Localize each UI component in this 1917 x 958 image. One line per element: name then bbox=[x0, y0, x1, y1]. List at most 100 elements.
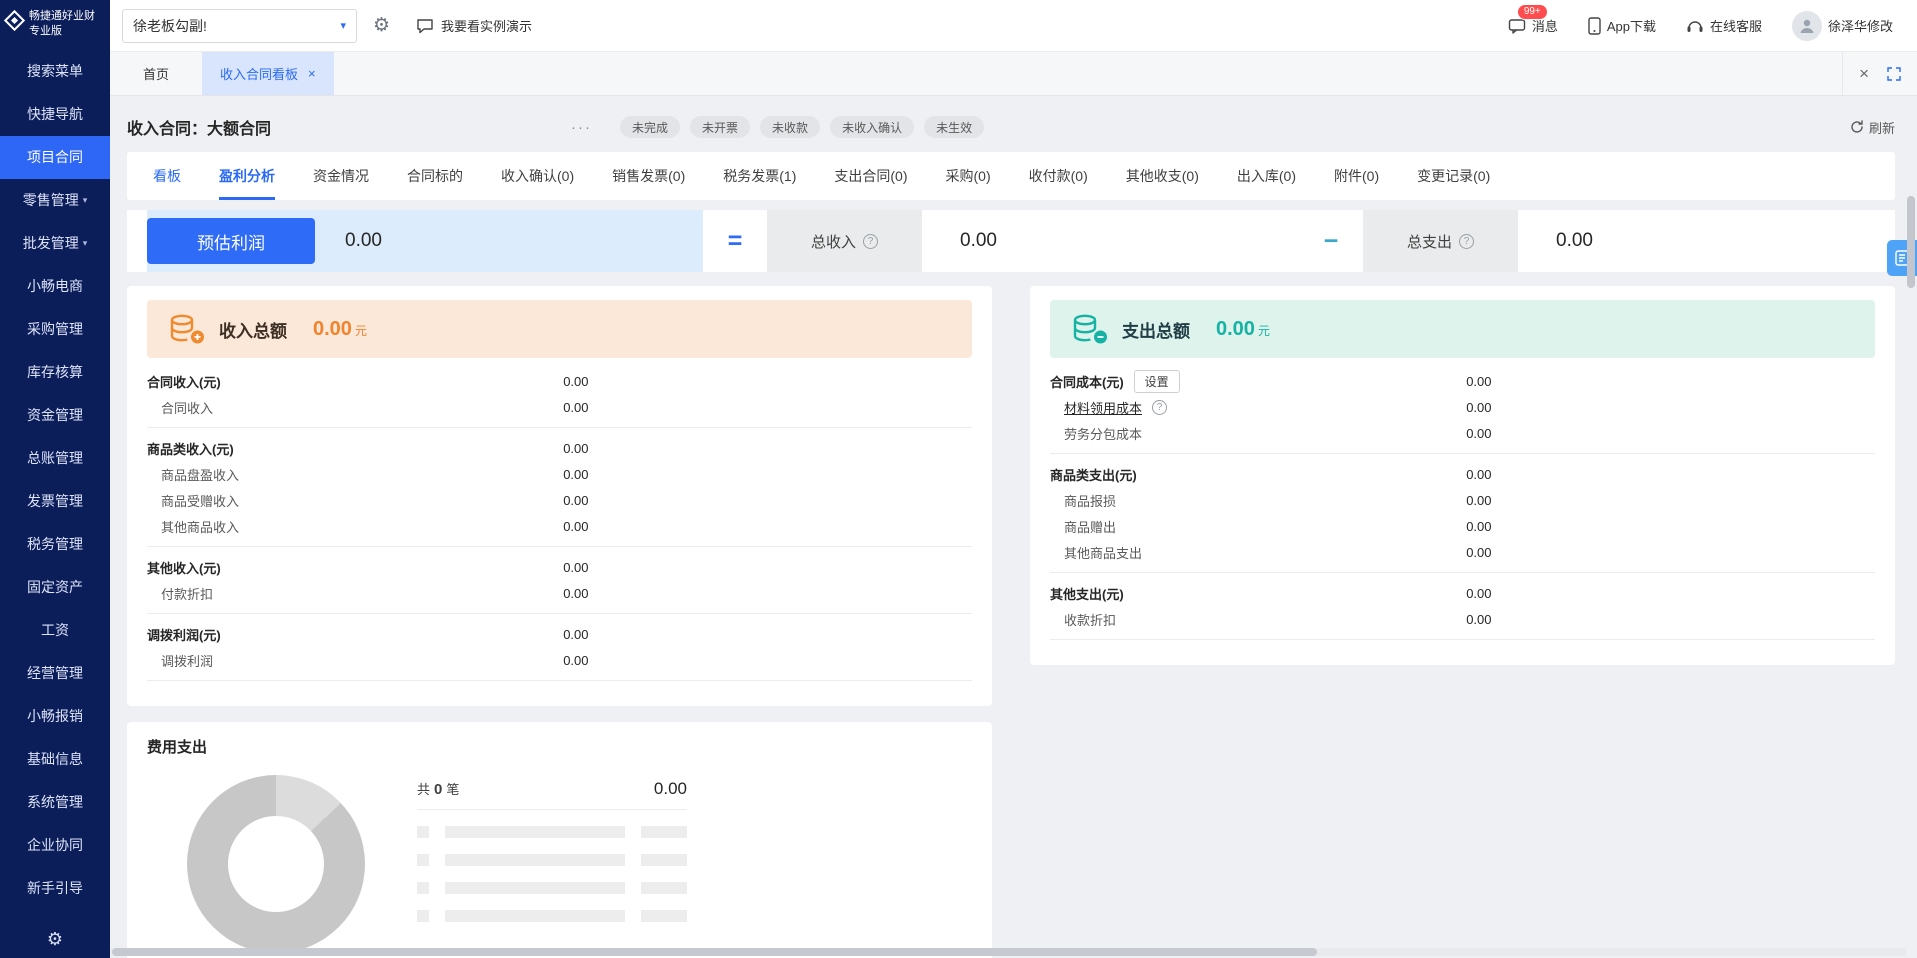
status-badge: 未生效 bbox=[924, 116, 985, 138]
row-label: 劳务分包成本 bbox=[1064, 426, 1143, 442]
sidebar-item-search-menu[interactable]: 搜索菜单 bbox=[0, 50, 110, 93]
row-value: 0.00 bbox=[563, 559, 589, 575]
refresh-button[interactable]: 刷新 bbox=[1850, 118, 1895, 137]
tab-funds-status[interactable]: 资金情况 bbox=[313, 152, 369, 200]
sidebar-item-tax[interactable]: 税务管理 bbox=[0, 523, 110, 566]
tab-change-log[interactable]: 变更记录(0) bbox=[1417, 152, 1490, 200]
brand-text: 畅捷通好业财 专业版 bbox=[29, 9, 95, 40]
income-row: 合同收入(元) 0.00 bbox=[147, 368, 972, 394]
company-select[interactable]: 徐老板勾副! ▾ bbox=[122, 8, 357, 43]
total-expense-label: 总支出 bbox=[1406, 233, 1452, 251]
divider bbox=[1050, 453, 1875, 454]
expense-amount-value: 0.00 bbox=[1216, 317, 1255, 340]
tab-purchase[interactable]: 采购(0) bbox=[946, 152, 991, 200]
settings-button[interactable]: 设置 bbox=[1133, 369, 1180, 393]
sidebar-item-label: 项目合同 bbox=[27, 149, 83, 166]
tab-income-confirm[interactable]: 收入确认(0) bbox=[501, 152, 574, 200]
tab-board[interactable]: 看板 bbox=[153, 152, 181, 200]
row-value: 0.00 bbox=[563, 585, 589, 601]
sidebar-item-retail[interactable]: 零售管理 ▾ bbox=[0, 179, 110, 222]
fee-count: 共0笔 bbox=[417, 779, 459, 798]
sidebar-item-ledger[interactable]: 总账管理 bbox=[0, 437, 110, 480]
demo-link[interactable]: 我要看实例演示 bbox=[416, 16, 532, 35]
row-value: 0.00 bbox=[1466, 425, 1492, 441]
estimated-profit-value: 0.00 bbox=[345, 230, 382, 251]
tab-income-contract-board[interactable]: 收入合同看板 × bbox=[202, 52, 334, 95]
tab-close-icon[interactable]: × bbox=[308, 66, 316, 81]
tab-label: 看板 bbox=[153, 168, 181, 184]
fee-count-value: 0 bbox=[434, 781, 443, 798]
online-service-button[interactable]: 在线客服 bbox=[1686, 16, 1762, 35]
estimated-profit-block: 预估利润 0.00 bbox=[147, 210, 703, 272]
sidebar-item-system[interactable]: 系统管理 bbox=[0, 781, 110, 824]
income-row: 其他收入(元) 0.00 bbox=[147, 554, 972, 580]
sidebar-item-purchase[interactable]: 采购管理 bbox=[0, 308, 110, 351]
sidebar-item-label: 库存核算 bbox=[27, 364, 83, 381]
sidebar-item-base-info[interactable]: 基础信息 bbox=[0, 738, 110, 781]
tab-tax-invoice[interactable]: 税务发票(1) bbox=[723, 152, 796, 200]
help-icon[interactable]: ? bbox=[1459, 233, 1474, 249]
sidebar-gear-icon[interactable]: ⚙ bbox=[0, 929, 110, 950]
sidebar-item-quick-nav[interactable]: 快捷导航 bbox=[0, 93, 110, 136]
tab-profit-analysis[interactable]: 盈利分析 bbox=[219, 152, 275, 200]
sidebar-item-wholesale[interactable]: 批发管理 ▾ bbox=[0, 222, 110, 265]
tab-attachments[interactable]: 附件(0) bbox=[1334, 152, 1379, 200]
status-badge: 未收款 bbox=[760, 116, 821, 138]
sidebar-item-collaboration[interactable]: 企业协同 bbox=[0, 824, 110, 867]
app-download-button[interactable]: App下载 bbox=[1588, 16, 1656, 35]
settings-gear-icon[interactable]: ⚙ bbox=[373, 14, 390, 37]
row-label: 其他商品支出 bbox=[1064, 545, 1143, 561]
row-value: 0.00 bbox=[1466, 399, 1492, 415]
material-cost-link[interactable]: 材料领用成本 bbox=[1064, 398, 1142, 417]
help-icon[interactable]: ? bbox=[863, 233, 878, 249]
row-value: 0.00 bbox=[1466, 492, 1492, 508]
income-row: 调拨利润(元) 0.00 bbox=[147, 621, 972, 647]
sidebar-item-label: 资金管理 bbox=[27, 407, 83, 424]
tab-label: 合同标的 bbox=[407, 168, 463, 184]
tab-label: 变更记录(0) bbox=[1417, 168, 1491, 184]
sidebar-item-label: 系统管理 bbox=[27, 794, 83, 811]
tab-home-label: 首页 bbox=[142, 67, 169, 82]
close-all-icon[interactable]: × bbox=[1859, 64, 1869, 84]
sidebar-item-funds[interactable]: 资金管理 bbox=[0, 394, 110, 437]
row-value: 0.00 bbox=[1466, 466, 1492, 482]
row-value: 0.00 bbox=[563, 518, 589, 534]
row-value: 0.00 bbox=[1466, 585, 1492, 601]
profit-summary-bar: 预估利润 0.00 = 总收入 ? 0.00 − 总支出 ? 0.00 bbox=[127, 210, 1895, 272]
sidebar-item-fixed-assets[interactable]: 固定资产 bbox=[0, 566, 110, 609]
user-menu[interactable]: 徐泽华修改 bbox=[1791, 10, 1893, 41]
messages-button[interactable]: 99+ 消息 bbox=[1508, 4, 1558, 35]
tab-expense-contract[interactable]: 支出合同(0) bbox=[834, 152, 907, 200]
fullscreen-icon[interactable] bbox=[1887, 66, 1901, 81]
sidebar-item-beginner-guide[interactable]: 新手引导 bbox=[0, 867, 110, 910]
tab-payments[interactable]: 收付款(0) bbox=[1029, 152, 1088, 200]
row-value: 0.00 bbox=[563, 399, 589, 415]
sidebar-item-reimburse[interactable]: 小畅报销 bbox=[0, 695, 110, 738]
topbar: 徐老板勾副! ▾ ⚙ 我要看实例演示 99+ 消息 App下载 在线客服 徐泽华… bbox=[110, 0, 1917, 52]
tab-sales-invoice[interactable]: 销售发票(0) bbox=[612, 152, 685, 200]
status-badge: 未完成 bbox=[620, 116, 681, 138]
row-value: 0.00 bbox=[563, 626, 589, 642]
sidebar-item-management[interactable]: 经营管理 bbox=[0, 652, 110, 695]
help-icon[interactable]: ? bbox=[1152, 399, 1168, 415]
sidebar-item-invoice[interactable]: 发票管理 bbox=[0, 480, 110, 523]
tab-stock-inout[interactable]: 出入库(0) bbox=[1237, 152, 1296, 200]
income-row: 调拨利润 0.00 bbox=[147, 647, 972, 673]
skeleton-row bbox=[417, 910, 687, 922]
tab-other-inout[interactable]: 其他收支(0) bbox=[1126, 152, 1199, 200]
sidebar-item-inventory[interactable]: 库存核算 bbox=[0, 351, 110, 394]
estimated-profit-button[interactable]: 预估利润 bbox=[147, 218, 315, 264]
tab-label: 其他收支(0) bbox=[1125, 168, 1199, 184]
expense-row: 其他商品支出 0.00 bbox=[1050, 539, 1875, 565]
total-income-value: 0.00 bbox=[960, 230, 997, 251]
row-label: 商品类收入(元) bbox=[147, 441, 234, 457]
sidebar-item-payroll[interactable]: 工资 bbox=[0, 609, 110, 652]
more-actions-icon[interactable]: ··· bbox=[571, 119, 592, 136]
tab-home[interactable]: 首页 bbox=[110, 52, 202, 95]
sidebar-item-project-contract[interactable]: 项目合同 bbox=[0, 135, 110, 179]
horizontal-scrollbar[interactable] bbox=[112, 948, 1317, 956]
vertical-scrollbar[interactable] bbox=[1907, 196, 1915, 288]
sidebar-item-ecommerce[interactable]: 小畅电商 bbox=[0, 265, 110, 308]
tab-contract-subject[interactable]: 合同标的 bbox=[407, 152, 463, 200]
sidebar: 畅捷通好业财 专业版 搜索菜单 快捷导航 项目合同 零售管理 ▾ 批发管理 ▾ 小畅… bbox=[0, 0, 110, 958]
